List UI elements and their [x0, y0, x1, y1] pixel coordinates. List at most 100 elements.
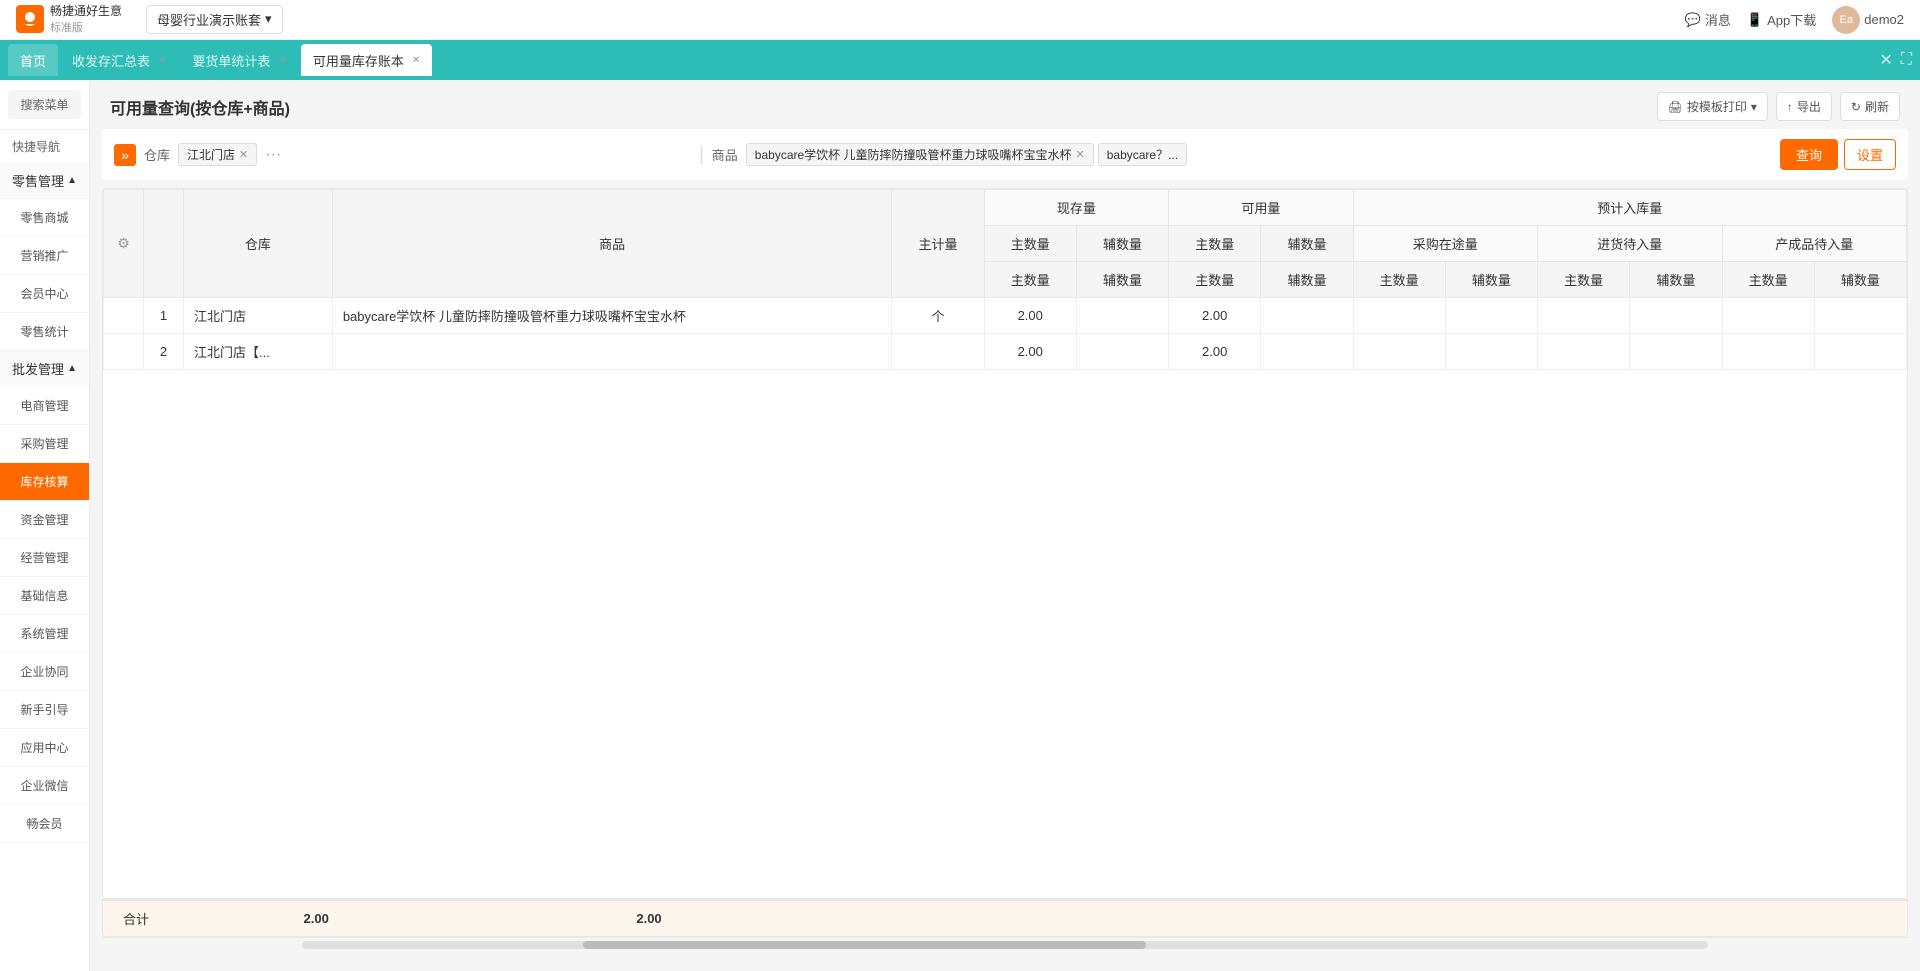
- page-title: 可用量查询(按仓库+商品): [110, 95, 290, 119]
- close-available-stock-icon[interactable]: ✕: [412, 55, 420, 66]
- cell-production-main-1: [1722, 334, 1814, 370]
- th-purchase-aux: 辅数量: [1445, 262, 1537, 298]
- main-layout: 搜索菜单 快捷导航 零售管理 ▲ 零售商城 营销推广 会员中心 零售统计 批发管…: [0, 80, 1920, 971]
- summary-production-aux: [1731, 911, 1897, 926]
- sidebar: 搜索菜单 快捷导航 零售管理 ▲ 零售商城 营销推广 会员中心 零售统计 批发管…: [0, 80, 90, 971]
- cell-available-aux-0: [1261, 298, 1353, 334]
- sidebar-search-area: 搜索菜单: [0, 80, 89, 130]
- sidebar-item-ecommerce[interactable]: 电商管理: [0, 387, 89, 425]
- print-template-button[interactable]: 🖨 按模板打印 ▾: [1657, 92, 1768, 121]
- sidebar-item-purchase[interactable]: 采购管理: [0, 425, 89, 463]
- brand-text: 畅捷通好生意 标准版: [50, 4, 122, 34]
- cell-purchase-aux-1: [1445, 334, 1537, 370]
- close-receive-summary-icon[interactable]: ✕: [158, 55, 166, 66]
- horizontal-scrollbar[interactable]: [102, 937, 1908, 951]
- cell-stock-main-0: 2.00: [984, 298, 1076, 334]
- warehouse-tag: 江北门店 ✕: [178, 143, 257, 166]
- cell-available-aux-1: [1261, 334, 1353, 370]
- cell-stock-aux-1: [1076, 334, 1168, 370]
- message-button[interactable]: 💬 消息: [1685, 10, 1731, 29]
- th-production-aux: 辅数量: [1814, 262, 1906, 298]
- sidebar-item-app-center[interactable]: 应用中心: [0, 729, 89, 767]
- app-download-button[interactable]: 📱 App下载: [1747, 10, 1816, 29]
- cell-no-0: 1: [144, 298, 184, 334]
- th-incoming-main: 主数量: [1538, 262, 1630, 298]
- brand-logo: 畅捷通好生意 标准版: [16, 4, 122, 34]
- export-button[interactable]: ↑ 导出: [1776, 92, 1832, 121]
- cell-production-main-0: [1722, 298, 1814, 334]
- close-order-stats-icon[interactable]: ✕: [278, 55, 286, 66]
- tab-order-stats[interactable]: 要货单统计表 ✕: [180, 44, 298, 76]
- sidebar-item-operations[interactable]: 经营管理: [0, 539, 89, 577]
- summary-available-main: 2.00: [566, 911, 732, 926]
- th-purchase-main: 主数量: [1353, 262, 1445, 298]
- sidebar-item-finance[interactable]: 资金管理: [0, 501, 89, 539]
- tenant-selector[interactable]: 母婴行业演示账套 ▾: [146, 5, 283, 34]
- remove-warehouse-tag-icon[interactable]: ✕: [239, 148, 248, 161]
- printer-icon: 🖨: [1668, 100, 1683, 114]
- more-warehouse-filter-icon[interactable]: ···: [261, 146, 285, 164]
- export-icon: ↑: [1787, 100, 1793, 114]
- sidebar-item-sys-mgmt[interactable]: 系统管理: [0, 615, 89, 653]
- table-row: 1 江北门店 babycare学饮杯 儿童防摔防撞吸管杯重力球吸嘴杯宝宝水杯 个…: [104, 298, 1907, 334]
- tab-home[interactable]: 首页: [8, 44, 58, 76]
- available-stock-label: 可用量库存账本: [313, 51, 404, 70]
- refresh-icon: ↻: [1851, 100, 1861, 114]
- expand-icon: »: [121, 147, 129, 163]
- sidebar-item-new-guide[interactable]: 新手引导: [0, 691, 89, 729]
- cell-available-main-0: 2.00: [1169, 298, 1261, 334]
- data-table-wrapper[interactable]: ⚙ 仓库 商品 主计量 现存量 可用量 预计入库量 主数量 辅数量 主数量: [102, 188, 1908, 899]
- username: demo2: [1864, 12, 1904, 27]
- user-avatar-area[interactable]: Ea demo2: [1832, 6, 1904, 34]
- filter-expand-button[interactable]: »: [114, 144, 136, 166]
- th-incoming-pending: 进货待入量: [1538, 226, 1722, 262]
- tenant-name: 母婴行业演示账套: [157, 10, 261, 29]
- sidebar-group-retail[interactable]: 零售管理 ▲: [0, 163, 89, 199]
- th-settings: ⚙: [104, 190, 144, 298]
- sidebar-item-quick-nav[interactable]: 快捷导航: [0, 130, 89, 163]
- cell-stock-aux-0: [1076, 298, 1168, 334]
- top-bar: 畅捷通好生意 标准版 母婴行业演示账套 ▾ 💬 消息 📱 App下载 Ea de…: [0, 0, 1920, 40]
- summary-production-main: [1564, 911, 1730, 926]
- top-bar-right: 💬 消息 📱 App下载 Ea demo2: [1685, 6, 1904, 34]
- scroll-thumb[interactable]: [583, 941, 1145, 949]
- close-all-icon[interactable]: ✕: [1879, 50, 1892, 70]
- tab-receive-summary[interactable]: 收发存汇总表 ✕: [60, 44, 178, 76]
- sidebar-item-retail-shop[interactable]: 零售商城: [0, 199, 89, 237]
- th-available-main2: 主数量: [1169, 262, 1261, 298]
- search-menu-button[interactable]: 搜索菜单: [8, 90, 81, 119]
- cell-incoming-main-1: [1538, 334, 1630, 370]
- remove-product-tag1-icon[interactable]: ✕: [1076, 148, 1085, 161]
- wholesale-mgmt-label: 批发管理: [12, 359, 64, 378]
- cell-settings-1: [104, 334, 144, 370]
- nav-tabs: 首页 收发存汇总表 ✕ 要货单统计表 ✕ 可用量库存账本 ✕ ✕ ⛶: [0, 40, 1920, 80]
- sidebar-item-marketing[interactable]: 营销推广: [0, 237, 89, 275]
- summary-available-aux: [732, 911, 898, 926]
- warehouse-filter-tags: 江北门店 ✕ ···: [178, 143, 691, 166]
- sidebar-item-member-center[interactable]: 会员中心: [0, 275, 89, 313]
- sidebar-item-enterprise-wechat[interactable]: 企业微信: [0, 767, 89, 805]
- receive-summary-label: 收发存汇总表: [72, 51, 150, 70]
- th-product: 商品: [332, 190, 892, 298]
- sidebar-item-base-info[interactable]: 基础信息: [0, 577, 89, 615]
- refresh-button[interactable]: ↻ 刷新: [1840, 92, 1900, 121]
- sidebar-item-member[interactable]: 畅会员: [0, 805, 89, 843]
- sidebar-item-inventory[interactable]: 库存核算: [0, 463, 89, 501]
- th-purchase-transit: 采购在途量: [1353, 226, 1537, 262]
- summary-incoming-main: [1231, 911, 1397, 926]
- sidebar-group-wholesale[interactable]: 批发管理 ▲: [0, 351, 89, 387]
- query-button[interactable]: 查询: [1780, 139, 1838, 170]
- column-settings-icon[interactable]: ⚙: [117, 235, 130, 251]
- summary-incoming-aux: [1398, 911, 1564, 926]
- message-icon: 💬: [1685, 12, 1701, 28]
- summary-stock-main: 2.00: [233, 911, 399, 926]
- cell-incoming-aux-0: [1630, 298, 1722, 334]
- sidebar-item-enterprise[interactable]: 企业协同: [0, 653, 89, 691]
- retail-mgmt-label: 零售管理: [12, 171, 64, 190]
- settings-button[interactable]: 设置: [1844, 139, 1896, 170]
- brand-icon: [16, 5, 44, 33]
- maximize-icon[interactable]: ⛶: [1901, 51, 1912, 69]
- tab-available-stock[interactable]: 可用量库存账本 ✕: [301, 44, 432, 76]
- sidebar-item-retail-stats[interactable]: 零售统计: [0, 313, 89, 351]
- summary-purchase-aux: [1065, 911, 1231, 926]
